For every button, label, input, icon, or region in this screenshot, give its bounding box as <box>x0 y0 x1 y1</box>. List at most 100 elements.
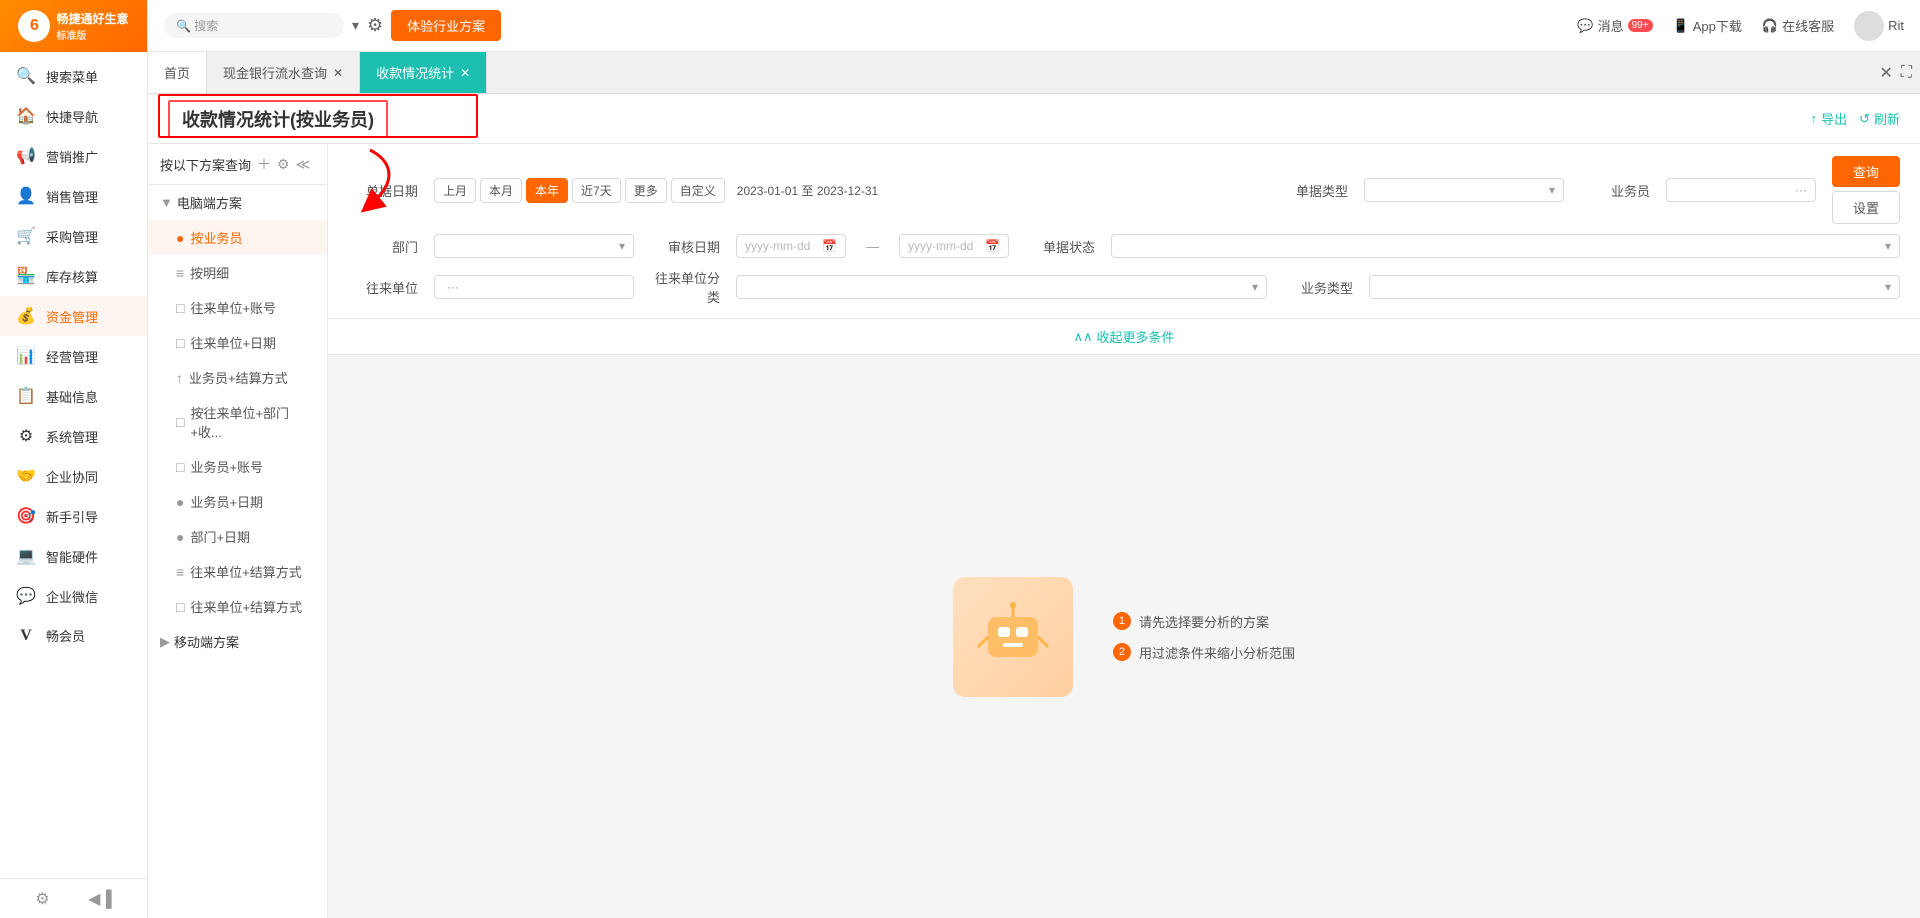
sidebar-item-member[interactable]: V 畅会员 <box>0 616 147 655</box>
salesperson-select[interactable]: ··· <box>1666 178 1816 202</box>
header-search[interactable]: 🔍 搜索 <box>164 13 344 38</box>
scheme-add-icon[interactable]: ＋ <box>257 154 271 174</box>
page-title: 收款情况统计(按业务员) <box>168 100 388 138</box>
scheme-settings-icon[interactable]: ⚙ <box>277 156 290 173</box>
filter-area: 单据日期 上月 本月 本年 近7天 更多 自定义 2023-01-01 至 <box>328 144 1920 319</box>
scheme-header: 按以下方案查询 ＋ ⚙ ≪ <box>148 144 327 185</box>
sidebar-item-sales[interactable]: 👤 销售管理 <box>0 176 147 216</box>
top-header: 🔍 搜索 ▾ ⚙ 体验行业方案 💬 消息 99+ 📱 App下载 🎧 在线客服 <box>148 0 1920 52</box>
scheme-item-icon: □ <box>176 300 184 316</box>
sidebar-item-label: 经营管理 <box>46 347 98 366</box>
scheme-item-unit-settle1[interactable]: ≡ 往来单位+结算方式 <box>148 554 327 589</box>
date-more[interactable]: 更多 <box>625 178 667 203</box>
date-shortcuts: 上月 本月 本年 近7天 更多 自定义 <box>434 178 725 203</box>
message-label: 消息 <box>1598 16 1624 35</box>
close-window-icon[interactable]: ✕ <box>1879 63 1892 83</box>
scheme-collapse-icon[interactable]: ≪ <box>296 156 311 173</box>
sidebar-item-wechat[interactable]: 💬 企业微信 <box>0 576 147 616</box>
sidebar-item-corp[interactable]: 🤝 企业协同 <box>0 456 147 496</box>
scheme-item-label: 按业务员 <box>190 228 242 247</box>
scheme-item-unit-account[interactable]: □ 往来单位+账号 <box>148 290 327 325</box>
scheme-item-unit-date[interactable]: □ 往来单位+日期 <box>148 325 327 360</box>
audit-date-start[interactable]: yyyy-mm-dd 📅 <box>736 234 846 258</box>
sidebar-item-label: 资金管理 <box>46 307 98 326</box>
sidebar-item-guide[interactable]: 🎯 新手引导 <box>0 496 147 536</box>
date-last7[interactable]: 近7天 <box>572 178 621 203</box>
scheme-item-unit-dept[interactable]: □ 按往来单位+部门+收... <box>148 395 327 449</box>
sidebar-item-inventory[interactable]: 🏪 库存核算 <box>0 256 147 296</box>
partner-more-icon: ··· <box>447 280 459 294</box>
collapse-bar[interactable]: ∧∧ 收起更多条件 <box>328 319 1920 355</box>
basic-icon: 📋 <box>16 386 36 406</box>
collapse-sidebar-icon[interactable]: ◀▐ <box>88 889 112 909</box>
online-service-item[interactable]: 🎧 在线客服 <box>1762 16 1834 35</box>
filter-row-2: 部门 ▾ 审核日期 yyyy-mm-dd 📅 — yyyy-mm-dd 📅 <box>348 234 1900 258</box>
app-download-item[interactable]: 📱 App下载 <box>1673 16 1742 35</box>
scheme-group-desktop[interactable]: ▼ 电脑端方案 <box>148 185 327 220</box>
sidebar-item-hardware[interactable]: 💻 智能硬件 <box>0 536 147 576</box>
biz-type-label: 业务类型 <box>1283 278 1353 297</box>
scheme-item-sales-settle[interactable]: ↑ 业务员+结算方式 <box>148 360 327 395</box>
biz-type-select[interactable]: ▾ <box>1369 275 1900 299</box>
message-item[interactable]: 💬 消息 99+ <box>1577 16 1652 35</box>
header-dropdown-icon[interactable]: ▾ <box>352 17 359 34</box>
header-settings-icon[interactable]: ⚙ <box>367 15 383 36</box>
settings-bottom-icon[interactable]: ⚙ <box>35 889 49 909</box>
scheme-item-label: 按明细 <box>190 263 229 282</box>
sidebar-item-marketing[interactable]: 📢 营销推广 <box>0 136 147 176</box>
date-this-year[interactable]: 本年 <box>526 178 568 203</box>
scheme-item-salesperson[interactable]: ● 按业务员 <box>148 220 327 255</box>
sidebar-item-ops[interactable]: 📊 经营管理 <box>0 336 147 376</box>
scheme-item-detail[interactable]: ≡ 按明细 <box>148 255 327 290</box>
doc-status-select[interactable]: ▾ <box>1111 234 1900 258</box>
refresh-button[interactable]: ↺ 刷新 <box>1859 109 1900 128</box>
sidebar-item-quicknav[interactable]: 🏠 快捷导航 <box>0 96 147 136</box>
tab-home[interactable]: 首页 <box>148 52 207 93</box>
sidebar-item-label: 畅会员 <box>46 626 85 645</box>
wechat-icon: 💬 <box>16 586 36 606</box>
scheme-item-sales-account[interactable]: □ 业务员+账号 <box>148 449 327 484</box>
date-last-month[interactable]: 上月 <box>434 178 476 203</box>
scheme-item-sales-date[interactable]: ● 业务员+日期 <box>148 484 327 519</box>
scheme-item-icon: □ <box>176 335 184 351</box>
date-custom[interactable]: 自定义 <box>671 178 725 203</box>
scheme-item-unit-settle2[interactable]: □ 往来单位+结算方式 <box>148 589 327 624</box>
user-avatar-item[interactable]: Rit <box>1854 11 1904 41</box>
logo: 6 畅捷通好生意 标准版 <box>0 0 147 52</box>
sidebar-item-finance[interactable]: 💰 资金管理 <box>0 296 147 336</box>
export-button[interactable]: ↑ 导出 <box>1811 109 1848 128</box>
date-field: 上月 本月 本年 近7天 更多 自定义 2023-01-01 至 2023-12… <box>434 178 1262 203</box>
partner-input[interactable]: ··· <box>434 275 634 299</box>
date-this-month[interactable]: 本月 <box>480 178 522 203</box>
sidebar-item-purchase[interactable]: 🛒 采购管理 <box>0 216 147 256</box>
scheme-item-label: 部门+日期 <box>190 527 250 546</box>
query-button[interactable]: 查询 <box>1832 156 1900 187</box>
scheme-group-mobile[interactable]: ▶ 移动端方案 <box>148 624 327 659</box>
filter-row-1: 单据日期 上月 本月 本年 近7天 更多 自定义 2023-01-01 至 <box>348 156 1900 224</box>
dept-select[interactable]: ▾ <box>434 234 634 258</box>
tab-bank-close-icon[interactable]: ✕ <box>333 66 343 80</box>
export-label: 导出 <box>1821 109 1847 128</box>
partner-cat-select[interactable]: ▾ <box>736 275 1267 299</box>
doc-type-select[interactable]: ▾ <box>1364 178 1564 202</box>
audit-date-end[interactable]: yyyy-mm-dd 📅 <box>899 234 1009 258</box>
tab-receipt-stats[interactable]: 收款情况统计 ✕ <box>360 52 487 93</box>
scheme-item-dept-date[interactable]: ● 部门+日期 <box>148 519 327 554</box>
scheme-panel: 按以下方案查询 ＋ ⚙ ≪ ▼ 电脑端方案 ● 按业务员 ≡ 按明细 <box>148 144 328 918</box>
partner-cat-label: 往来单位分类 <box>650 268 720 306</box>
system-icon: ⚙ <box>16 426 36 446</box>
partner-label: 往来单位 <box>348 278 418 297</box>
audit-date-label: 审核日期 <box>650 237 720 256</box>
trial-button[interactable]: 体验行业方案 <box>391 10 501 41</box>
tab-bank-flow[interactable]: 现金银行流水查询 ✕ <box>207 52 360 93</box>
tab-receipt-close-icon[interactable]: ✕ <box>460 66 470 80</box>
robot-icon <box>973 597 1053 677</box>
sidebar-item-search[interactable]: 🔍 搜索菜单 <box>0 56 147 96</box>
group-label: 电脑端方案 <box>177 193 242 212</box>
maximize-window-icon[interactable]: ⛶ <box>1901 64 1912 82</box>
sidebar-item-basic[interactable]: 📋 基础信息 <box>0 376 147 416</box>
empty-area: 1 请先选择要分析的方案 2 用过滤条件来缩小分析范围 <box>328 355 1920 918</box>
sidebar-item-system[interactable]: ⚙ 系统管理 <box>0 416 147 456</box>
sidebar-item-label: 库存核算 <box>46 267 98 286</box>
settings-button[interactable]: 设置 <box>1832 191 1900 224</box>
